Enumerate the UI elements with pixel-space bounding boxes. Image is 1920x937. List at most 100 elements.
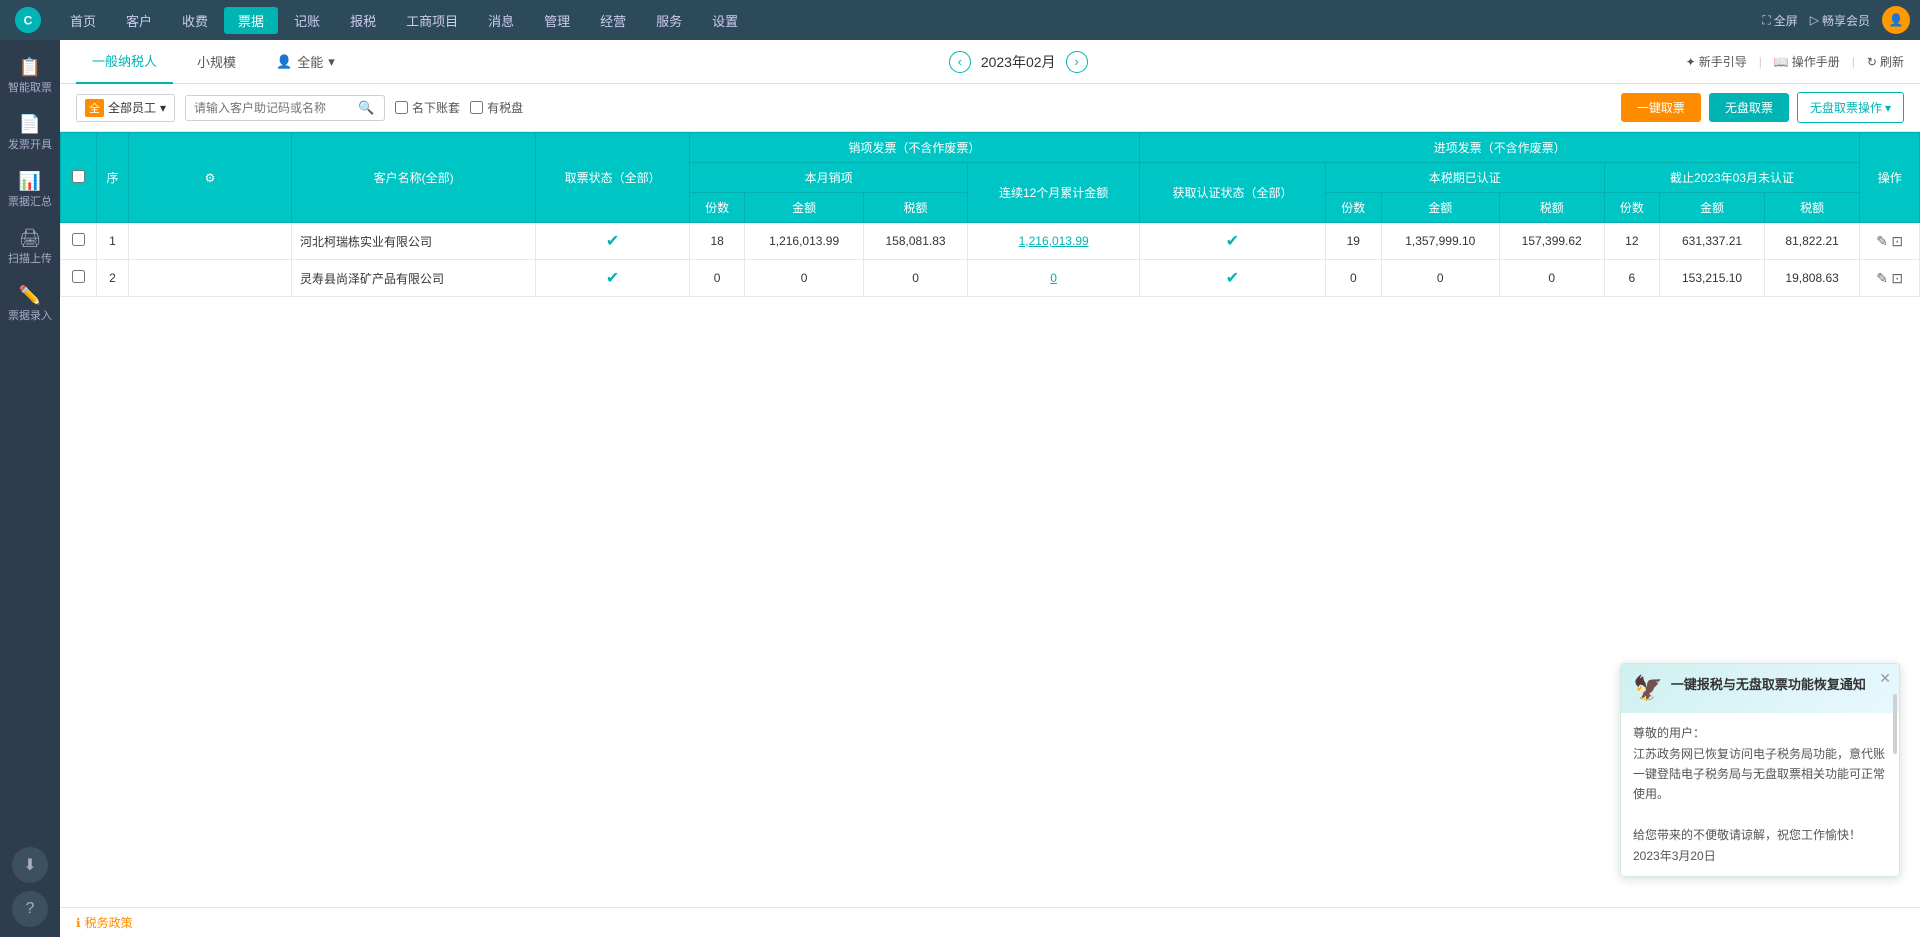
refresh-btn[interactable]: ↻ 刷新 [1867, 53, 1904, 70]
table-row: 1 河北柯瑞栋实业有限公司 ✔ 18 1,216,013.99 158,081.… [61, 223, 1920, 260]
sidebar-item-scan[interactable]: 🖨 扫描上传 [4, 221, 56, 274]
sidebar-help-btn[interactable]: ? [12, 891, 48, 927]
toolbar-right: 一键取票 无盘取票 无盘取票操作 ▾ [1621, 92, 1904, 123]
no-disk-ops-btn[interactable]: 无盘取票操作 ▾ [1797, 92, 1904, 123]
vip-btn[interactable]: ▷ 畅享会员 [1810, 12, 1870, 29]
user-avatar[interactable]: 👤 [1882, 6, 1910, 34]
summary-icon: 📊 [19, 172, 41, 190]
th-pur-conf-amount: 金额 [1381, 193, 1499, 223]
nav-settings[interactable]: 设置 [698, 7, 752, 34]
search-icon[interactable]: 🔍 [358, 100, 374, 116]
sidebar-label-input: 票据录入 [8, 307, 52, 323]
nav-message[interactable]: 消息 [474, 7, 528, 34]
left-sidebar: 📋 智能取票 📄 发票开具 📊 票据汇总 🖨 扫描上传 ✏️ 票据录入 ⬇ ? [0, 40, 60, 937]
employee-filter[interactable]: 全 全部员工 ▾ [76, 94, 175, 122]
tab-all-dropdown-icon[interactable]: ▾ [328, 54, 335, 70]
row2-edit-icon[interactable]: ✎ [1876, 270, 1888, 286]
row2-pur-conf-count: 0 [1325, 260, 1381, 297]
nav-customer[interactable]: 客户 [112, 7, 166, 34]
row2-pur-conf-amount: 0 [1381, 260, 1499, 297]
row1-checkbox-input[interactable] [72, 233, 85, 246]
search-input[interactable] [194, 101, 354, 115]
tab-all[interactable]: 👤 全能 ▾ [260, 40, 351, 84]
toolbar: 全 全部员工 ▾ 🔍 名下账套 有税盘 一键取票 无盘取票 无盘取票操作 ▾ [60, 84, 1920, 132]
fullscreen-btn[interactable]: ⛶ 全屏 [1762, 12, 1797, 29]
row1-pur-conf-count: 19 [1325, 223, 1381, 260]
nav-management[interactable]: 管理 [530, 7, 584, 34]
nav-tax[interactable]: 报税 [336, 7, 390, 34]
tab-actions: ✦ 新手引导 | 📖 操作手册 | ↻ 刷新 [1686, 53, 1904, 70]
row2-pur-conf-tax: 0 [1499, 260, 1604, 297]
bottom-bar: ℹ 税务政策 [60, 907, 1920, 937]
th-settings-icon: ⚙ [129, 133, 292, 223]
th-current-period-confirmed: 本税期已认证 [1325, 163, 1604, 193]
row1-sales-amount: 1,216,013.99 [745, 223, 863, 260]
sidebar-item-summary[interactable]: 📊 票据汇总 [4, 164, 56, 217]
checkbox-sub-account-input[interactable] [395, 101, 408, 114]
row2-view-icon[interactable]: ⊡ [1891, 270, 1903, 286]
row1-edit-icon[interactable]: ✎ [1876, 233, 1888, 249]
nav-service[interactable]: 服务 [642, 7, 696, 34]
table-row: 2 灵寿县尚泽矿产品有限公司 ✔ 0 0 0 0 ✔ 0 0 0 6 153,2… [61, 260, 1920, 297]
row2-not-conf-amount: 153,215.10 [1660, 260, 1765, 297]
tab-small-scale[interactable]: 小规模 [181, 40, 252, 84]
nav-operation[interactable]: 经营 [586, 7, 640, 34]
row1-confirm-status: ✔ [1139, 223, 1325, 260]
row1-customer-name: 河北柯瑞栋实业有限公司 [291, 223, 535, 260]
th-take-status: 取票状态（全部） [536, 133, 689, 223]
sidebar-item-smart-ticket[interactable]: 📋 智能取票 [4, 50, 56, 103]
date-prev-btn[interactable]: ‹ [949, 51, 971, 73]
th-sales-amount: 金额 [745, 193, 863, 223]
row1-cumulative-link[interactable]: 1,216,013.99 [1019, 234, 1089, 248]
th-pur-conf-count: 份数 [1325, 193, 1381, 223]
row1-view-icon[interactable]: ⊡ [1891, 233, 1903, 249]
notif-text: 江苏政务网已恢复访问电子税务局功能，意代账一键登陆电子税务局与无盘取票相关功能可… [1633, 744, 1887, 805]
row2-cumulative-link[interactable]: 0 [1050, 271, 1057, 285]
notif-close-btn[interactable]: ✕ [1879, 670, 1891, 687]
column-settings-icon[interactable]: ⚙ [205, 171, 216, 185]
row2-checkbox-input[interactable] [72, 270, 85, 283]
date-current: 2023年02月 [981, 52, 1056, 72]
smart-ticket-icon: 📋 [19, 58, 41, 76]
th-checkbox [61, 133, 97, 223]
notif-body: 尊敬的用户： 江苏政务网已恢复访问电子税务局功能，意代账一键登陆电子税务局与无盘… [1621, 713, 1899, 876]
notif-bird-icon: 🦅 [1633, 674, 1663, 703]
checkbox-sub-account[interactable]: 名下账套 [395, 99, 460, 116]
checkbox-tax-disk[interactable]: 有税盘 [470, 99, 523, 116]
tax-policy-link[interactable]: 税务政策 [85, 914, 133, 931]
tab-general-taxpayer[interactable]: 一般纳税人 [76, 40, 173, 84]
row2-checkbox [61, 260, 97, 297]
th-sales-count: 份数 [689, 193, 745, 223]
nav-home[interactable]: 首页 [56, 7, 110, 34]
manual-btn[interactable]: 📖 操作手册 [1774, 53, 1840, 70]
row1-take-status: ✔ [536, 223, 689, 260]
nav-fee[interactable]: 收费 [168, 7, 222, 34]
no-disk-btn[interactable]: 无盘取票 [1709, 93, 1789, 122]
row1-no: 1 [97, 223, 129, 260]
th-not-conf-amount: 金额 [1660, 193, 1765, 223]
sidebar-label-smart-ticket: 智能取票 [8, 79, 52, 95]
new-guide-btn[interactable]: ✦ 新手引导 [1686, 53, 1747, 70]
row1-checkbox [61, 223, 97, 260]
sidebar-download-btn[interactable]: ⬇ [12, 847, 48, 883]
row2-sales-count: 0 [689, 260, 745, 297]
th-current-month-sales: 本月销项 [689, 163, 968, 193]
row2-take-status: ✔ [536, 260, 689, 297]
nav-business[interactable]: 工商项目 [392, 7, 472, 34]
nav-bookkeeping[interactable]: 记账 [280, 7, 334, 34]
sidebar-item-open-invoice[interactable]: 📄 发票开具 [4, 107, 56, 160]
row2-settings [129, 260, 292, 297]
th-sales-tax: 税额 [863, 193, 968, 223]
dropdown-chevron-icon: ▾ [1885, 101, 1891, 115]
one-click-ticket-btn[interactable]: 一键取票 [1621, 93, 1701, 122]
sidebar-item-input[interactable]: ✏️ 票据录入 [4, 278, 56, 331]
nav-invoice[interactable]: 票据 [224, 7, 278, 34]
scan-icon: 🖨 [19, 229, 42, 247]
top-nav-right: ⛶ 全屏 ▷ 畅享会员 👤 [1762, 6, 1910, 34]
row1-not-conf-amount: 631,337.21 [1660, 223, 1765, 260]
select-all-checkbox[interactable] [72, 170, 85, 183]
checkbox-tax-disk-input[interactable] [470, 101, 483, 114]
date-next-btn[interactable]: › [1066, 51, 1088, 73]
svg-text:C: C [24, 14, 33, 28]
th-not-conf-tax: 税额 [1764, 193, 1860, 223]
